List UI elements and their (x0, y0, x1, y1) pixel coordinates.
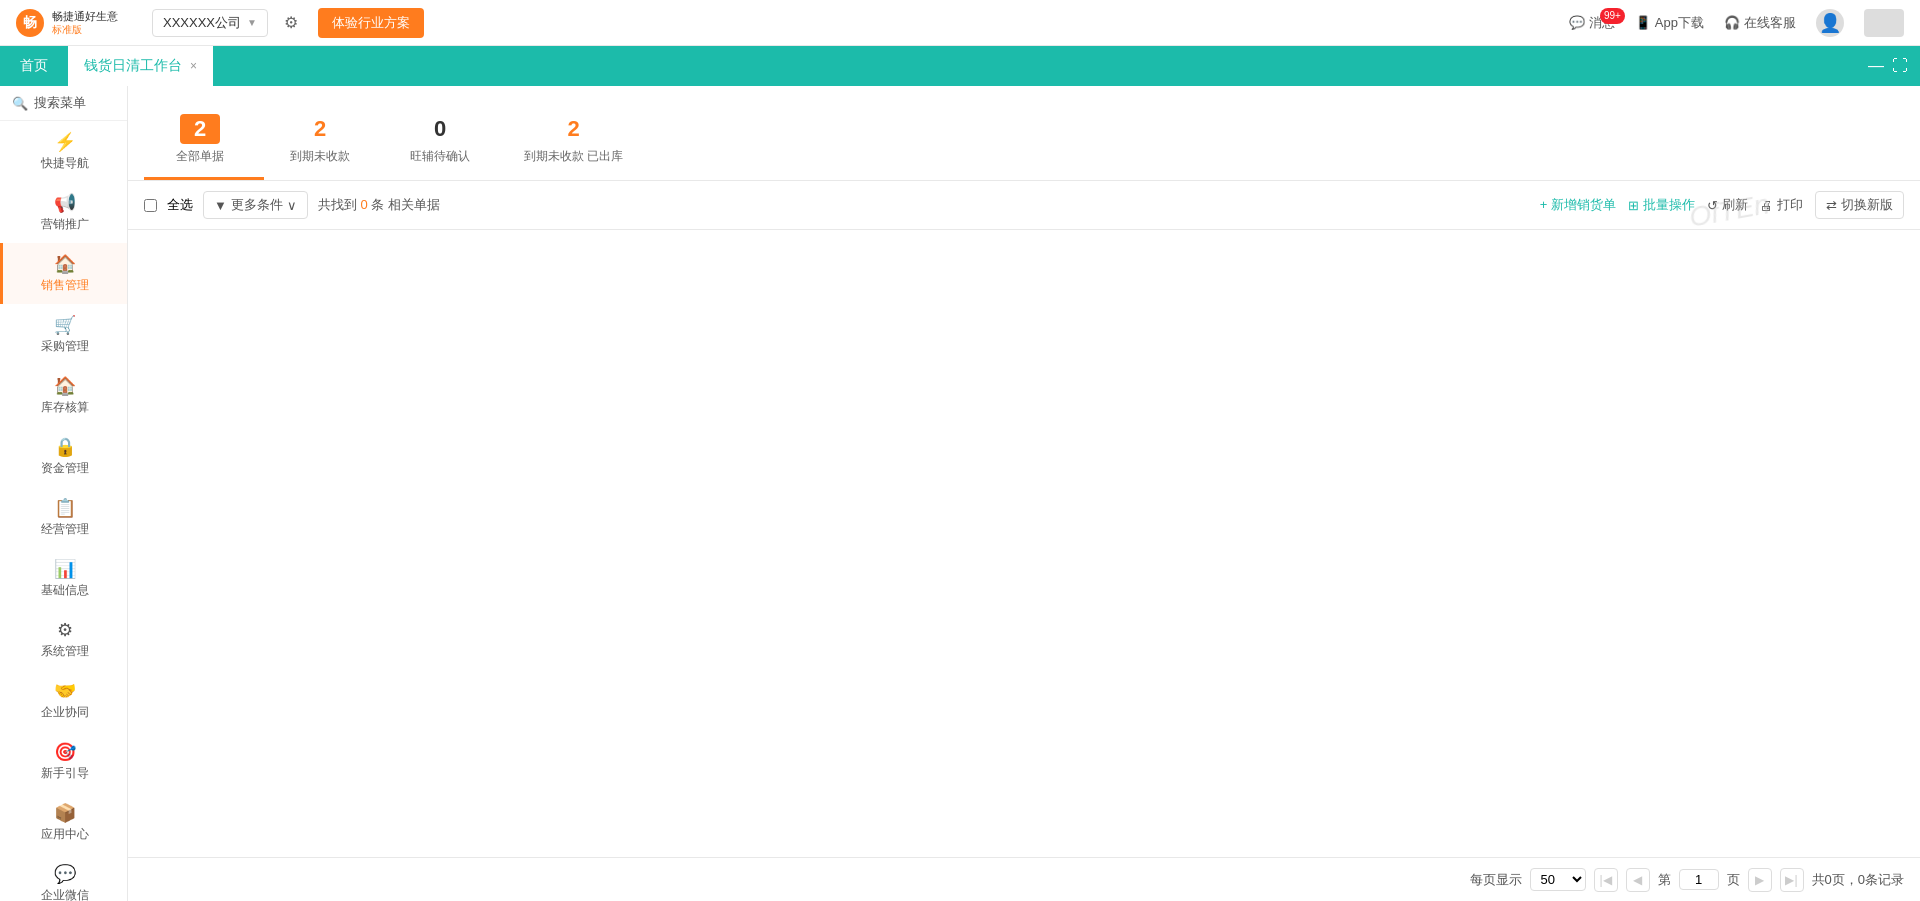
stat-card-overdue[interactable]: 2 到期未收款 (264, 102, 384, 180)
stat-label-overdue: 到期未收款 (290, 148, 350, 165)
messages-badge: 99+ (1600, 8, 1625, 24)
messages-button[interactable]: 💬 消息 99+ (1569, 14, 1615, 32)
main-layout: 🔍 搜索菜单 ⚡ 快捷导航 📢 营销推广 🏠 销售管理 🛒 采购管理 🏠 库存核… (0, 86, 1920, 901)
top-right-actions: 💬 消息 99+ 📱 App下载 🎧 在线客服 👤 (1569, 9, 1904, 37)
page-size-select[interactable]: 50 20 100 (1530, 868, 1586, 891)
quick-nav-icon: ⚡ (54, 133, 76, 151)
wechat-icon: 💬 (54, 865, 76, 883)
prev-page-button[interactable]: ◀ (1626, 868, 1650, 892)
refresh-button[interactable]: ↺ 刷新 (1707, 196, 1748, 214)
tab-bar-right: — ⛶ (1868, 57, 1920, 75)
found-text: 共找到 0 条 相关单据 (318, 196, 440, 214)
sales-icon: 🏠 (54, 255, 76, 273)
sidebar: 🔍 搜索菜单 ⚡ 快捷导航 📢 营销推广 🏠 销售管理 🛒 采购管理 🏠 库存核… (0, 86, 128, 901)
found-count: 0 (361, 197, 368, 212)
avatar[interactable]: 👤 (1816, 9, 1844, 37)
app-download-button[interactable]: 📱 App下载 (1635, 14, 1704, 32)
enterprise-icon: 🤝 (54, 682, 76, 700)
stat-number-overdue: 2 (300, 114, 340, 144)
stats-row: 2 全部单据 2 到期未收款 0 旺辅待确认 2 到期未收款 已出库 (128, 86, 1920, 181)
stat-card-pending[interactable]: 0 旺辅待确认 (384, 102, 504, 180)
pagination: 每页显示 50 20 100 |◀ ◀ 第 页 ▶ ▶| 共0页，0条记录 (128, 857, 1920, 901)
filter-icon: ▼ (214, 198, 227, 213)
print-button[interactable]: 🖨 打印 (1760, 196, 1803, 214)
top-bar: 畅 畅捷通好生意 标准版 XXXXXX公司 ▼ ⚙ 体验行业方案 💬 消息 99… (0, 0, 1920, 46)
service-icon: 🎧 (1724, 15, 1740, 30)
stat-label-pending: 旺辅待确认 (410, 148, 470, 165)
sidebar-item-sales[interactable]: 🏠 销售管理 (0, 243, 127, 304)
sidebar-item-app-center[interactable]: 📦 应用中心 (0, 792, 127, 853)
sidebar-item-basic-info[interactable]: 📊 基础信息 (0, 548, 127, 609)
select-all-checkbox[interactable] (144, 199, 157, 212)
sidebar-item-marketing[interactable]: 📢 营销推广 (0, 182, 127, 243)
company-selector[interactable]: XXXXXX公司 ▼ (152, 9, 268, 37)
stat-number-pending: 0 (420, 114, 460, 144)
logo-text: 畅捷通好生意 标准版 (52, 9, 118, 36)
message-icon: 💬 (1569, 15, 1585, 30)
sidebar-item-guide[interactable]: 🎯 新手引导 (0, 731, 127, 792)
switch-icon: ⇄ (1826, 198, 1837, 213)
guide-icon: 🎯 (54, 743, 76, 761)
batch-icon: ⊞ (1628, 198, 1639, 213)
per-page-label: 每页显示 (1470, 871, 1522, 889)
sidebar-item-enterprise[interactable]: 🤝 企业协同 (0, 670, 127, 731)
stat-number-all: 2 (180, 114, 220, 144)
toolbar: 全选 ▼ 更多条件 ∨ 共找到 0 条 相关单据 + 新增销货单 ⊞ 批量操作 (128, 181, 1920, 230)
logo-icon: 畅 (16, 9, 44, 37)
select-all-label: 全选 (167, 196, 193, 214)
next-page-button[interactable]: ▶ (1748, 868, 1772, 892)
search-menu-area[interactable]: 🔍 搜索菜单 (0, 86, 127, 121)
tab-minimize-icon[interactable]: — (1868, 57, 1884, 75)
sidebar-item-quick-nav[interactable]: ⚡ 快捷导航 (0, 121, 127, 182)
toolbar-right: + 新增销货单 ⊞ 批量操作 ↺ 刷新 🖨 打印 ⇄ 切换新版 (1540, 191, 1904, 219)
sidebar-item-wechat[interactable]: 💬 企业微信 (0, 853, 127, 901)
stat-card-all[interactable]: 2 全部单据 (144, 102, 264, 180)
settings-button[interactable]: ⚙ (276, 8, 306, 38)
stat-card-out-of-stock[interactable]: 2 到期未收款 已出库 (504, 102, 651, 180)
operations-icon: 📋 (54, 499, 76, 517)
gear-icon: ⚙ (284, 13, 298, 32)
refresh-icon: ↺ (1707, 198, 1718, 213)
page-number-input[interactable] (1679, 869, 1719, 890)
add-sales-order-button[interactable]: + 新增销货单 (1540, 196, 1616, 214)
stat-label-out-of-stock: 到期未收款 已出库 (524, 148, 623, 165)
logo-area: 畅 畅捷通好生意 标准版 (16, 9, 144, 37)
dropdown-arrow-icon: ▼ (247, 17, 257, 28)
total-info: 共0页，0条记录 (1812, 871, 1904, 889)
system-icon: ⚙ (57, 621, 73, 639)
stat-label-all: 全部单据 (176, 148, 224, 165)
inventory-icon: 🏠 (54, 377, 76, 395)
app-center-icon: 📦 (54, 804, 76, 822)
tab-bar: 首页 钱货日清工作台 × — ⛶ (0, 46, 1920, 86)
batch-operations-button[interactable]: ⊞ 批量操作 (1628, 196, 1695, 214)
online-service-button[interactable]: 🎧 在线客服 (1724, 14, 1796, 32)
filter-button[interactable]: ▼ 更多条件 ∨ (203, 191, 308, 219)
basic-info-icon: 📊 (54, 560, 76, 578)
search-icon: 🔍 (12, 96, 28, 111)
finance-icon: 🔒 (54, 438, 76, 456)
print-icon: 🖨 (1760, 198, 1773, 213)
sidebar-item-finance[interactable]: 🔒 资金管理 (0, 426, 127, 487)
sidebar-item-system[interactable]: ⚙ 系统管理 (0, 609, 127, 670)
sidebar-item-purchase[interactable]: 🛒 采购管理 (0, 304, 127, 365)
download-icon: 📱 (1635, 15, 1651, 30)
tab-active[interactable]: 钱货日清工作台 × (68, 46, 213, 86)
switch-version-button[interactable]: ⇄ 切换新版 (1815, 191, 1904, 219)
marketing-icon: 📢 (54, 194, 76, 212)
trial-button[interactable]: 体验行业方案 (318, 8, 424, 38)
last-page-button[interactable]: ▶| (1780, 868, 1804, 892)
tab-expand-icon[interactable]: ⛶ (1892, 57, 1908, 75)
tab-home[interactable]: 首页 (0, 46, 68, 86)
content-area: 2 全部单据 2 到期未收款 0 旺辅待确认 2 到期未收款 已出库 全选 (128, 86, 1920, 901)
user-name-area (1864, 9, 1904, 37)
toolbar-left: 全选 ▼ 更多条件 ∨ 共找到 0 条 相关单据 (144, 191, 1528, 219)
purchase-icon: 🛒 (54, 316, 76, 334)
sidebar-item-inventory[interactable]: 🏠 库存核算 (0, 365, 127, 426)
table-area (128, 230, 1920, 857)
sidebar-item-operations[interactable]: 📋 经营管理 (0, 487, 127, 548)
stat-number-out-of-stock: 2 (554, 114, 594, 144)
first-page-button[interactable]: |◀ (1594, 868, 1618, 892)
tab-close-icon[interactable]: × (190, 59, 197, 73)
